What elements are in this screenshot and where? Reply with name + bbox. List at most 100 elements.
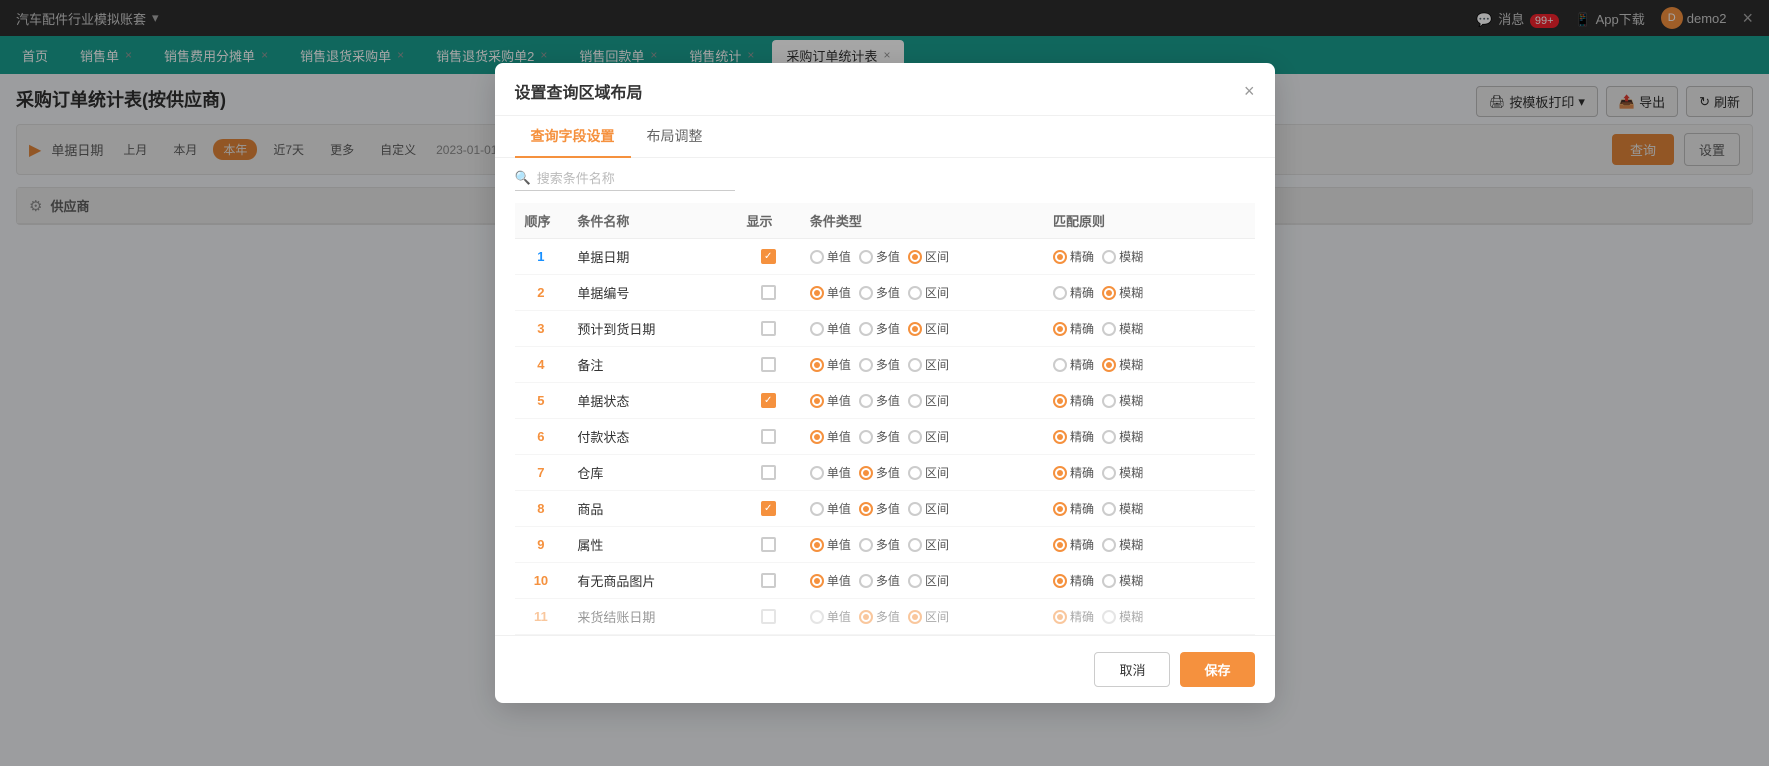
modal-tab-fields[interactable]: 查询字段设置 — [515, 116, 631, 158]
match-radio-match_fuzzy[interactable]: 模糊 — [1102, 572, 1143, 589]
match-radio-match_exact[interactable]: 精确 — [1053, 464, 1094, 481]
type-radio-type_single[interactable]: 单值 — [810, 572, 851, 589]
row-display[interactable] — [736, 455, 799, 491]
row-display[interactable] — [736, 599, 799, 635]
row-match: 精确模糊 — [1043, 527, 1254, 563]
match-radio-match_exact[interactable]: 精确 — [1053, 608, 1094, 625]
type-radio-type_multi[interactable]: 多值 — [859, 608, 900, 625]
type-radio-type_range[interactable]: 区间 — [908, 248, 949, 265]
display-checkbox[interactable] — [761, 573, 776, 588]
table-row: 11来货结账日期单值多值区间精确模糊 — [515, 599, 1255, 635]
type-radio-type_multi[interactable]: 多值 — [859, 572, 900, 589]
type-radio-type_multi[interactable]: 多值 — [859, 248, 900, 265]
row-type: 单值多值区间 — [800, 275, 1043, 311]
display-checkbox[interactable] — [761, 609, 776, 624]
row-display[interactable] — [736, 275, 799, 311]
match-radio-match_fuzzy[interactable]: 模糊 — [1102, 500, 1143, 517]
match-radio-match_exact[interactable]: 精确 — [1053, 248, 1094, 265]
col-header-match: 匹配原则 — [1043, 203, 1254, 239]
row-name: 预计到货日期 — [567, 311, 736, 347]
table-row: 9属性单值多值区间精确模糊 — [515, 527, 1255, 563]
row-match: 精确模糊 — [1043, 491, 1254, 527]
row-order: 4 — [515, 347, 568, 383]
match-radio-match_exact[interactable]: 精确 — [1053, 536, 1094, 553]
match-radio-match_fuzzy[interactable]: 模糊 — [1102, 464, 1143, 481]
type-radio-type_single[interactable]: 单值 — [810, 320, 851, 337]
match-radio-match_fuzzy[interactable]: 模糊 — [1102, 248, 1143, 265]
cancel-button[interactable]: 取消 — [1094, 652, 1170, 687]
row-type: 单值多值区间 — [800, 527, 1043, 563]
display-checkbox[interactable] — [761, 501, 776, 516]
type-radio-type_single[interactable]: 单值 — [810, 608, 851, 625]
type-radio-type_range[interactable]: 区间 — [908, 500, 949, 517]
type-radio-type_single[interactable]: 单值 — [810, 356, 851, 373]
type-radio-type_range[interactable]: 区间 — [908, 608, 949, 625]
match-radio-match_fuzzy[interactable]: 模糊 — [1102, 320, 1143, 337]
row-display[interactable] — [736, 347, 799, 383]
type-radio-type_multi[interactable]: 多值 — [859, 536, 900, 553]
display-checkbox[interactable] — [761, 357, 776, 372]
type-radio-type_range[interactable]: 区间 — [908, 320, 949, 337]
type-radio-type_multi[interactable]: 多值 — [859, 284, 900, 301]
row-display[interactable] — [736, 419, 799, 455]
type-radio-type_range[interactable]: 区间 — [908, 536, 949, 553]
display-checkbox[interactable] — [761, 321, 776, 336]
type-radio-type_range[interactable]: 区间 — [908, 572, 949, 589]
modal-table: 顺序 条件名称 显示 条件类型 匹配原则 1单据日期单值多值区间精确模糊2单据编… — [495, 203, 1275, 635]
modal-tab-layout[interactable]: 布局调整 — [631, 116, 719, 158]
match-radio-match_fuzzy[interactable]: 模糊 — [1102, 608, 1143, 625]
display-checkbox[interactable] — [761, 285, 776, 300]
type-radio-type_multi[interactable]: 多值 — [859, 320, 900, 337]
match-radio-match_exact[interactable]: 精确 — [1053, 500, 1094, 517]
type-radio-type_single[interactable]: 单值 — [810, 536, 851, 553]
type-radio-type_single[interactable]: 单值 — [810, 284, 851, 301]
modal-close-btn[interactable]: × — [1244, 82, 1255, 100]
type-radio-type_single[interactable]: 单值 — [810, 248, 851, 265]
type-radio-type_multi[interactable]: 多值 — [859, 428, 900, 445]
type-radio-type_multi[interactable]: 多值 — [859, 464, 900, 481]
save-button[interactable]: 保存 — [1180, 652, 1254, 687]
row-display[interactable] — [736, 491, 799, 527]
match-radio-match_fuzzy[interactable]: 模糊 — [1102, 356, 1143, 373]
type-radio-type_multi[interactable]: 多值 — [859, 356, 900, 373]
match-radio-match_fuzzy[interactable]: 模糊 — [1102, 536, 1143, 553]
row-type: 单值多值区间 — [800, 563, 1043, 599]
col-header-order: 顺序 — [515, 203, 568, 239]
match-radio-match_exact[interactable]: 精确 — [1053, 320, 1094, 337]
match-radio-match_exact[interactable]: 精确 — [1053, 572, 1094, 589]
type-radio-type_multi[interactable]: 多值 — [859, 500, 900, 517]
row-display[interactable] — [736, 311, 799, 347]
type-radio-type_single[interactable]: 单值 — [810, 500, 851, 517]
type-radio-type_range[interactable]: 区间 — [908, 392, 949, 409]
match-radio-match_exact[interactable]: 精确 — [1053, 356, 1094, 373]
row-display[interactable] — [736, 527, 799, 563]
type-radio-type_single[interactable]: 单值 — [810, 428, 851, 445]
type-radio-type_single[interactable]: 单值 — [810, 392, 851, 409]
display-checkbox[interactable] — [761, 249, 776, 264]
type-radio-type_single[interactable]: 单值 — [810, 464, 851, 481]
row-name: 单据状态 — [567, 383, 736, 419]
search-input[interactable] — [537, 171, 735, 186]
display-checkbox[interactable] — [761, 537, 776, 552]
row-match: 精确模糊 — [1043, 563, 1254, 599]
match-radio-match_fuzzy[interactable]: 模糊 — [1102, 428, 1143, 445]
display-checkbox[interactable] — [761, 465, 776, 480]
match-radio-match_exact[interactable]: 精确 — [1053, 428, 1094, 445]
row-display[interactable] — [736, 383, 799, 419]
row-type: 单值多值区间 — [800, 599, 1043, 635]
row-display[interactable] — [736, 563, 799, 599]
display-checkbox[interactable] — [761, 429, 776, 444]
type-radio-type_range[interactable]: 区间 — [908, 356, 949, 373]
row-display[interactable] — [736, 239, 799, 275]
modal-tabs: 查询字段设置 布局调整 — [495, 116, 1275, 158]
type-radio-type_range[interactable]: 区间 — [908, 284, 949, 301]
display-checkbox[interactable] — [761, 393, 776, 408]
match-radio-match_fuzzy[interactable]: 模糊 — [1102, 284, 1143, 301]
match-radio-match_exact[interactable]: 精确 — [1053, 392, 1094, 409]
row-type: 单值多值区间 — [800, 383, 1043, 419]
type-radio-type_range[interactable]: 区间 — [908, 464, 949, 481]
match-radio-match_exact[interactable]: 精确 — [1053, 284, 1094, 301]
type-radio-type_multi[interactable]: 多值 — [859, 392, 900, 409]
type-radio-type_range[interactable]: 区间 — [908, 428, 949, 445]
match-radio-match_fuzzy[interactable]: 模糊 — [1102, 392, 1143, 409]
